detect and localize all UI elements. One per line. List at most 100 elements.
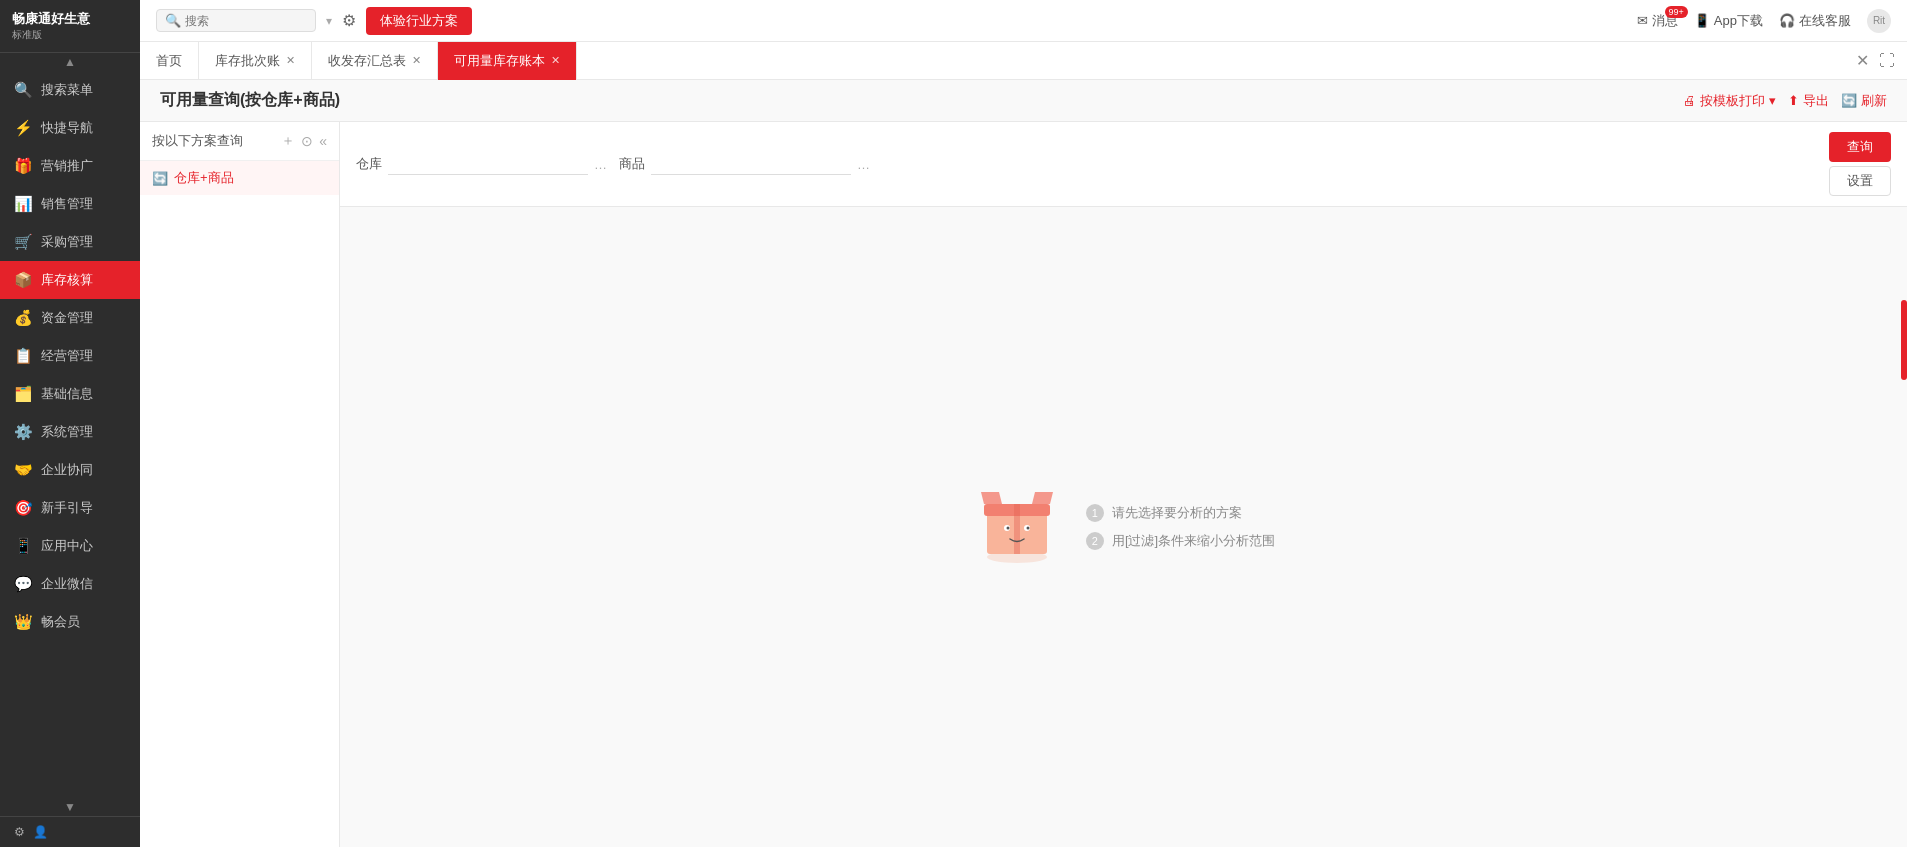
page-title: 可用量查询(按仓库+商品) [160, 90, 340, 111]
empty-box-illustration [972, 482, 1062, 572]
sidebar-item-operation[interactable]: 📋经营管理 [0, 337, 140, 375]
topbar-chevron-icon[interactable]: ▾ [326, 14, 332, 28]
page-header-actions: 🖨 按模板打印 ▾ ⬆ 导出 🔄 刷新 [1683, 92, 1887, 110]
enterprise-icon: 🤝 [14, 461, 33, 479]
refresh-action[interactable]: 🔄 刷新 [1841, 92, 1887, 110]
tabs-expand-button[interactable]: ⛶ [1875, 48, 1899, 74]
finance-icon: 💰 [14, 309, 33, 327]
warehouse-more-button[interactable]: … [594, 157, 607, 172]
marketing-icon: 🎁 [14, 157, 33, 175]
product-more-button[interactable]: … [857, 157, 870, 172]
export-icon: ⬆ [1788, 93, 1799, 108]
topbar-gear-icon[interactable]: ⚙ [342, 11, 356, 30]
tab-summary[interactable]: 收发存汇总表✕ [312, 42, 438, 80]
message-button[interactable]: ✉ 消息 99+ [1637, 12, 1678, 30]
empty-tip-1: 1请先选择要分析的方案 [1086, 504, 1275, 522]
empty-tips: 1请先选择要分析的方案 2用[过滤]条件来缩小分析范围 [1086, 504, 1275, 550]
app-download-button[interactable]: 📱 App下载 [1694, 12, 1763, 30]
scheme-item-warehouse-product[interactable]: 🔄仓库+商品 [140, 161, 339, 195]
tab-close-batch-icon[interactable]: ✕ [286, 54, 295, 67]
empty-state: 1请先选择要分析的方案 2用[过滤]条件来缩小分析范围 [340, 207, 1907, 847]
user-icon: 👤 [33, 825, 48, 839]
warehouse-input[interactable] [388, 153, 588, 175]
search-icon: 🔍 [165, 13, 181, 28]
tab-home[interactable]: 首页 [140, 42, 199, 80]
collapse-panel-button[interactable]: « [319, 133, 327, 149]
warehouse-filter: 仓库 … [356, 153, 607, 175]
tip-num-1: 1 [1086, 504, 1104, 522]
warehouse-label: 仓库 [356, 155, 382, 173]
online-support-button[interactable]: 🎧 在线客服 [1779, 12, 1851, 30]
basic-icon: 🗂️ [14, 385, 33, 403]
sidebar-item-system[interactable]: ⚙️系统管理 [0, 413, 140, 451]
filter-bar: 仓库 … 商品 … 查询 设置 [340, 122, 1907, 207]
message-badge: 99+ [1665, 6, 1688, 18]
svg-marker-3 [981, 492, 1002, 504]
left-panel-title: 按以下方案查询 [152, 132, 243, 150]
sidebar-item-sales[interactable]: 📊销售管理 [0, 185, 140, 223]
sidebar-item-inventory[interactable]: 📦库存核算 [0, 261, 140, 299]
avatar[interactable]: Rit [1867, 9, 1891, 33]
app-icon: 📱 [14, 537, 33, 555]
left-panel: 按以下方案查询 ＋ ⊙ « 🔄仓库+商品 [140, 122, 340, 847]
left-panel-actions: ＋ ⊙ « [281, 132, 327, 150]
search-input[interactable] [185, 14, 305, 28]
left-panel-header: 按以下方案查询 ＋ ⊙ « [140, 122, 339, 161]
product-filter: 商品 … [619, 153, 870, 175]
sidebar: 畅康通好生意 标准版 ▲ 🔍搜索菜单⚡快捷导航🎁营销推广📊销售管理🛒采购管理📦库… [0, 0, 140, 847]
query-button[interactable]: 查询 [1829, 132, 1891, 162]
purchase-icon: 🛒 [14, 233, 33, 251]
sidebar-item-enterprise[interactable]: 🤝企业协同 [0, 451, 140, 489]
sidebar-item-basic[interactable]: 🗂️基础信息 [0, 375, 140, 413]
app-icon: 📱 [1694, 13, 1710, 28]
content-area: 按以下方案查询 ＋ ⊙ « 🔄仓库+商品 仓库 … 商品 [140, 122, 1907, 847]
tabs-bar: 首页库存批次账✕收发存汇总表✕可用量库存账本✕ ✕ ⛶ [140, 42, 1907, 80]
brand-name: 畅康通好生意 [12, 10, 128, 28]
empty-tip-2: 2用[过滤]条件来缩小分析范围 [1086, 532, 1275, 550]
sidebar-item-newbie[interactable]: 🎯新手引导 [0, 489, 140, 527]
tab-close-summary-icon[interactable]: ✕ [412, 54, 421, 67]
sidebar-item-marketing[interactable]: 🎁营销推广 [0, 147, 140, 185]
sidebar-item-member[interactable]: 👑畅会员 [0, 603, 140, 641]
industry-solution-button[interactable]: 体验行业方案 [366, 7, 472, 35]
sidebar-item-search[interactable]: 🔍搜索菜单 [0, 71, 140, 109]
sidebar-item-finance[interactable]: 💰资金管理 [0, 299, 140, 337]
sidebar-item-app[interactable]: 📱应用中心 [0, 527, 140, 565]
tab-available[interactable]: 可用量库存账本✕ [438, 42, 577, 80]
message-icon: ✉ [1637, 13, 1648, 28]
sidebar-scroll-down[interactable]: ▼ [0, 798, 140, 816]
print-icon: 🖨 [1683, 93, 1696, 108]
inventory-icon: 📦 [14, 271, 33, 289]
tab-batch[interactable]: 库存批次账✕ [199, 42, 312, 80]
sidebar-item-shortcut[interactable]: ⚡快捷导航 [0, 109, 140, 147]
topbar-right: ✉ 消息 99+ 📱 App下载 🎧 在线客服 Rit [1637, 9, 1891, 33]
settings-scheme-button[interactable]: ⊙ [301, 133, 313, 149]
sidebar-nav: 🔍搜索菜单⚡快捷导航🎁营销推广📊销售管理🛒采购管理📦库存核算💰资金管理📋经营管理… [0, 71, 140, 798]
product-input[interactable] [651, 153, 851, 175]
sidebar-header: 畅康通好生意 标准版 [0, 0, 140, 53]
tab-close-available-icon[interactable]: ✕ [551, 54, 560, 67]
print-action[interactable]: 🖨 按模板打印 ▾ [1683, 92, 1776, 110]
setting-button[interactable]: 设置 [1829, 166, 1891, 196]
sidebar-item-purchase[interactable]: 🛒采购管理 [0, 223, 140, 261]
newbie-icon: 🎯 [14, 499, 33, 517]
right-scrollbar[interactable] [1901, 300, 1907, 380]
sidebar-scroll-up[interactable]: ▲ [0, 53, 140, 71]
svg-rect-5 [1014, 504, 1020, 554]
empty-state-content: 1请先选择要分析的方案 2用[过滤]条件来缩小分析范围 [972, 482, 1275, 572]
tabs-close-button[interactable]: ✕ [1852, 47, 1873, 74]
search-icon: 🔍 [14, 81, 33, 99]
right-panel: 仓库 … 商品 … 查询 设置 [340, 122, 1907, 847]
tip-num-2: 2 [1086, 532, 1104, 550]
print-chevron-icon: ▾ [1769, 93, 1776, 108]
brand-sub: 标准版 [12, 28, 128, 42]
sidebar-item-wechat[interactable]: 💬企业微信 [0, 565, 140, 603]
shortcut-icon: ⚡ [14, 119, 33, 137]
settings-icon: ⚙ [14, 825, 25, 839]
system-icon: ⚙️ [14, 423, 33, 441]
wechat-icon: 💬 [14, 575, 33, 593]
product-label: 商品 [619, 155, 645, 173]
topbar-search-box: 🔍 [156, 9, 316, 32]
export-action[interactable]: ⬆ 导出 [1788, 92, 1829, 110]
add-scheme-button[interactable]: ＋ [281, 132, 295, 150]
